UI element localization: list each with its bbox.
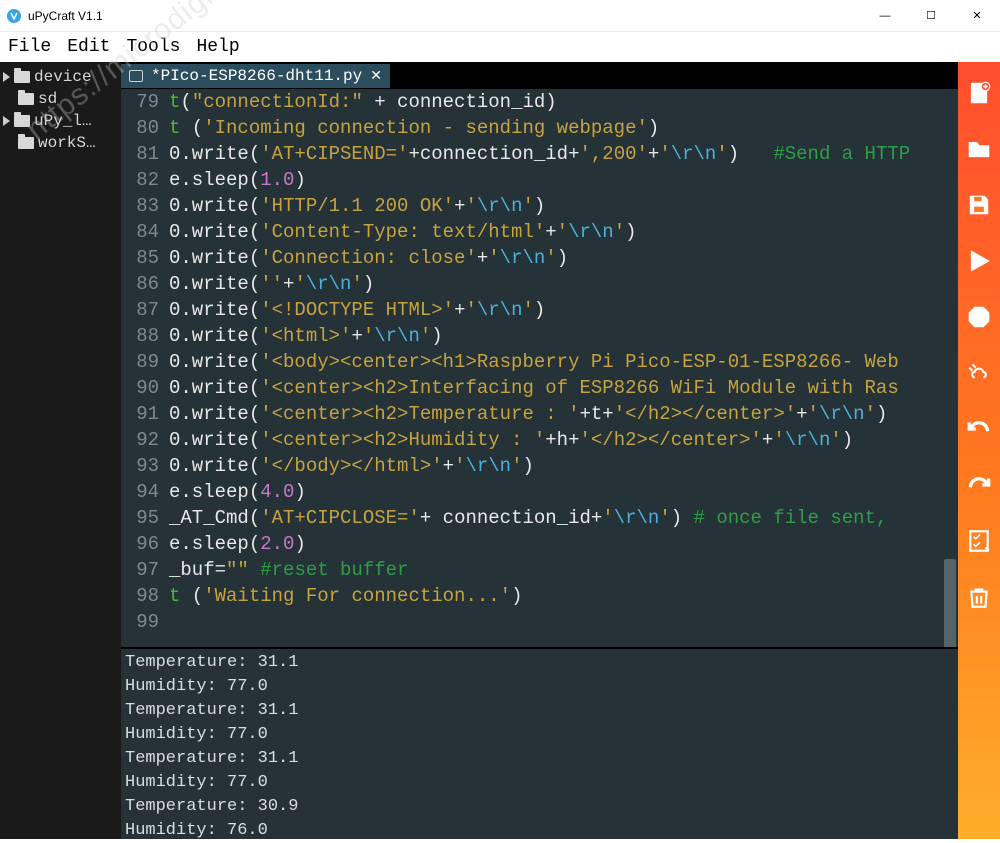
tree-item-sd[interactable]: sd [0,88,121,110]
console-line: Humidity: 77.0 [125,723,954,747]
code-line[interactable]: 930.write('</body></html>'+'\r\n') [121,453,958,479]
line-number: 85 [121,245,169,271]
tree-item-workspace[interactable]: workS… [0,132,121,154]
right-toolbar: STOP [958,62,1000,839]
line-number: 87 [121,297,169,323]
code-line[interactable]: 95_AT_Cmd('AT+CIPCLOSE='+ connection_id+… [121,505,958,531]
line-number: 97 [121,557,169,583]
menu-tools[interactable]: Tools [126,37,180,57]
code-line[interactable]: 79t("connectionId:" + connection_id) [121,89,958,115]
code-editor[interactable]: 79t("connectionId:" + connection_id)80t … [121,88,958,647]
line-number: 92 [121,427,169,453]
console-line: Temperature: 30.9 [125,795,954,819]
line-number: 83 [121,193,169,219]
console-line: Humidity: 77.0 [125,771,954,795]
undo-button[interactable] [964,414,994,444]
code-line[interactable]: 910.write('<center><h2>Temperature : '+t… [121,401,958,427]
line-number: 95 [121,505,169,531]
delete-button[interactable] [964,582,994,612]
line-number: 79 [121,89,169,115]
tree-item-device[interactable]: device [0,66,121,88]
new-file-button[interactable] [964,78,994,108]
file-icon [129,70,143,82]
line-number: 93 [121,453,169,479]
line-number: 84 [121,219,169,245]
console-line: Humidity: 76.0 [125,819,954,843]
console-line: Humidity: 77.0 [125,675,954,699]
code-line[interactable]: 870.write('<!DOCTYPE HTML>'+'\r\n') [121,297,958,323]
svg-text:STOP: STOP [969,313,990,322]
line-number: 91 [121,401,169,427]
run-button[interactable] [964,246,994,276]
console-line: Temperature: 31.1 [125,651,954,675]
code-line[interactable]: 810.write('AT+CIPSEND='+connection_id+',… [121,141,958,167]
code-line[interactable]: 860.write(''+'\r\n') [121,271,958,297]
menubar: File Edit Tools Help [0,32,1000,62]
minimize-button[interactable]: — [862,0,908,32]
tab-label: *PIco-ESP8266-dht11.py [151,67,362,85]
console-line: Temperature: 31.1 [125,747,954,771]
code-line[interactable]: 99 [121,609,958,635]
file-tree: device sd uPy_l… workS… [0,62,121,839]
code-line[interactable]: 920.write('<center><h2>Humidity : '+h+'<… [121,427,958,453]
code-line[interactable]: 830.write('HTTP/1.1 200 OK'+'\r\n') [121,193,958,219]
open-button[interactable] [964,134,994,164]
line-number: 98 [121,583,169,609]
line-number: 88 [121,323,169,349]
scrollbar-thumb[interactable] [944,559,956,647]
redo-button[interactable] [964,470,994,500]
code-line[interactable]: 900.write('<center><h2>Interfacing of ES… [121,375,958,401]
code-line[interactable]: 82e.sleep(1.0) [121,167,958,193]
save-button[interactable] [964,190,994,220]
line-number: 89 [121,349,169,375]
code-line[interactable]: 94e.sleep(4.0) [121,479,958,505]
code-line[interactable]: 98t ('Waiting For connection...') [121,583,958,609]
maximize-button[interactable]: ☐ [908,0,954,32]
close-button[interactable]: ✕ [954,0,1000,32]
line-number: 86 [121,271,169,297]
tab-bar: *PIco-ESP8266-dht11.py ✕ [121,62,958,88]
code-line[interactable]: 840.write('Content-Type: text/html'+'\r\… [121,219,958,245]
menu-help[interactable]: Help [196,37,239,57]
line-number: 90 [121,375,169,401]
app-icon [6,8,22,24]
code-line[interactable]: 890.write('<body><center><h1>Raspberry P… [121,349,958,375]
menu-edit[interactable]: Edit [67,37,110,57]
syntax-check-button[interactable] [964,526,994,556]
line-number: 81 [121,141,169,167]
console-line: Temperature: 31.1 [125,699,954,723]
code-line[interactable]: 880.write('<html>'+'\r\n') [121,323,958,349]
output-console[interactable]: Temperature: 31.1Humidity: 77.0Temperatu… [121,647,958,839]
line-number: 96 [121,531,169,557]
tab-close-icon[interactable]: ✕ [370,68,382,85]
line-number: 82 [121,167,169,193]
line-number: 94 [121,479,169,505]
line-number: 99 [121,609,169,635]
connect-button[interactable] [964,358,994,388]
code-line[interactable]: 850.write('Connection: close'+'\r\n') [121,245,958,271]
editor-tab[interactable]: *PIco-ESP8266-dht11.py ✕ [121,64,390,88]
stop-button[interactable]: STOP [964,302,994,332]
window-title: uPyCraft V1.1 [28,9,862,23]
tree-item-upy-lib[interactable]: uPy_l… [0,110,121,132]
code-line[interactable]: 97_buf="" #reset buffer [121,557,958,583]
code-line[interactable]: 80t ('Incoming connection - sending webp… [121,115,958,141]
menu-file[interactable]: File [8,37,51,57]
titlebar: uPyCraft V1.1 — ☐ ✕ [0,0,1000,32]
code-line[interactable]: 96e.sleep(2.0) [121,531,958,557]
line-number: 80 [121,115,169,141]
